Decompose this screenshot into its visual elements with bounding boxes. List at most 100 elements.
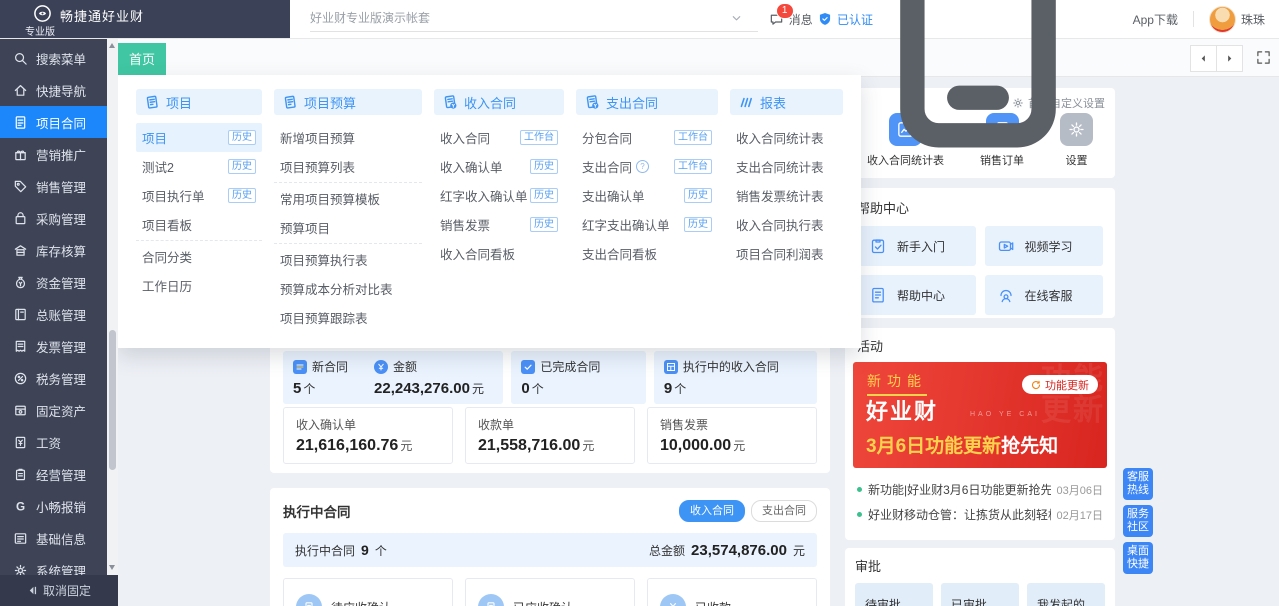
scroll-up-icon[interactable]: [109, 43, 115, 48]
menu-item[interactable]: 项目预算执行表: [274, 245, 422, 274]
sidebar-item[interactable]: 经营管理: [0, 458, 107, 490]
scrollbar-thumb[interactable]: [109, 330, 116, 470]
floating-tab[interactable]: 客服热线: [1123, 468, 1153, 500]
menu-item[interactable]: 销售发票统计表: [730, 181, 843, 210]
sidebar-item[interactable]: 总账管理: [0, 298, 107, 330]
document-total-card[interactable]: 收入确认单 21,616,160.76 元: [283, 407, 453, 464]
help-button[interactable]: 帮助中心: [857, 275, 976, 315]
unpin-sidebar-button[interactable]: 取消固定: [0, 575, 118, 606]
menu-item[interactable]: 支出合同看板: [576, 239, 718, 268]
receivable-card[interactable]: 待应收确认: [283, 578, 453, 606]
menu-item[interactable]: 项目 历史: [136, 123, 262, 152]
menu-item-badge[interactable]: 工作台: [674, 130, 712, 145]
receivable-card[interactable]: 已收款: [647, 578, 817, 606]
document-total-card[interactable]: 销售发票 10,000.00 元: [647, 407, 817, 464]
menu-item-badge[interactable]: 历史: [684, 217, 712, 232]
sidebar-item[interactable]: 固定资产: [0, 394, 107, 426]
floating-tab[interactable]: 服务社区: [1123, 505, 1153, 537]
sidebar-item[interactable]: 资金管理: [0, 266, 107, 298]
sidebar-item[interactable]: 库存核算: [0, 234, 107, 266]
help-icon[interactable]: ?: [636, 160, 650, 173]
menu-item-badge[interactable]: 历史: [228, 130, 256, 145]
sidebar-item[interactable]: 销售管理: [0, 170, 107, 202]
menu-item-badge[interactable]: 历史: [228, 188, 256, 203]
sidebar-item[interactable]: 工资: [0, 426, 107, 458]
menu-item[interactable]: 测试2 历史: [136, 152, 262, 181]
menu-item[interactable]: 支出合同统计表: [730, 152, 843, 181]
menu-item-badge[interactable]: 历史: [228, 159, 256, 174]
menu-item-badge[interactable]: 工作台: [674, 159, 712, 174]
news-item[interactable]: 好业财移动仓管：让拣货从此刻轻松 02月17日: [853, 502, 1107, 527]
menu-item[interactable]: 支出合同 ? 工作台: [576, 152, 718, 181]
messages-button[interactable]: 1 消息: [769, 2, 813, 28]
arrow-left-icon: [1199, 54, 1208, 63]
menu-column-header[interactable]: 项目: [136, 89, 262, 115]
menu-item[interactable]: 红字收入确认单 历史: [434, 181, 564, 210]
sidebar-item[interactable]: 快捷导航: [0, 74, 107, 106]
menu-item[interactable]: 新增项目预算: [274, 123, 422, 152]
tab-scroll-left-button[interactable]: [1190, 45, 1217, 72]
menu-item[interactable]: 红字支出确认单 历史: [576, 210, 718, 239]
menu-item[interactable]: 销售发票 历史: [434, 210, 564, 239]
menu-item[interactable]: 预算项目: [274, 213, 422, 242]
menu-column-header[interactable]: 支出合同: [576, 89, 718, 115]
menu-item[interactable]: 工作日历: [136, 271, 262, 300]
executing-total: 总金额 23,574,876.00 元: [649, 541, 805, 559]
menu-item-badge[interactable]: 历史: [530, 159, 558, 174]
document-total-card[interactable]: 收款单 21,558,716.00 元: [465, 407, 635, 464]
sidebar-item[interactable]: 项目合同: [0, 106, 107, 138]
sidebar-item[interactable]: 税务管理: [0, 362, 107, 394]
menu-item[interactable]: 预算成本分析对比表: [274, 274, 422, 303]
receivable-card[interactable]: 已应收确认: [465, 578, 635, 606]
approval-box[interactable]: 我发起的: [1027, 583, 1105, 606]
sidebar-item[interactable]: 基础信息: [0, 522, 107, 554]
floating-tab[interactable]: 桌面快捷: [1123, 542, 1153, 574]
receivable-card-label: 已收款: [695, 599, 731, 606]
menu-item[interactable]: 收入确认单 历史: [434, 152, 564, 181]
news-item[interactable]: 新功能|好业财3月6日功能更新抢先知 03月06日: [853, 477, 1107, 502]
sidebar-scrollbar[interactable]: [107, 38, 118, 575]
menu-item[interactable]: 项目执行单 历史: [136, 181, 262, 210]
menu-column-header[interactable]: 报表: [730, 89, 843, 115]
menu-item[interactable]: 合同分类: [136, 242, 262, 271]
user-menu[interactable]: 珠珠: [1208, 5, 1265, 33]
sidebar-item[interactable]: G 小畅报销: [0, 490, 107, 522]
approval-box[interactable]: 待审批: [855, 583, 933, 606]
approval-box[interactable]: 已审批: [941, 583, 1019, 606]
menu-item[interactable]: 项目看板: [136, 210, 262, 239]
contract-type-pill[interactable]: 收入合同: [679, 500, 745, 522]
menu-item-badge[interactable]: 历史: [530, 217, 558, 232]
sidebar-item[interactable]: 搜索菜单: [0, 42, 107, 74]
menu-item[interactable]: 收入合同执行表: [730, 210, 843, 239]
menu-item[interactable]: 收入合同看板: [434, 239, 564, 268]
app-download-button[interactable]: App下载: [828, 0, 1178, 169]
sidebar-item[interactable]: 发票管理: [0, 330, 107, 362]
sidebar-item[interactable]: 营销推广: [0, 138, 107, 170]
menu-item[interactable]: 项目合同利润表: [730, 239, 843, 268]
help-button[interactable]: 新手入门: [857, 226, 976, 266]
sidebar-item[interactable]: 系统管理: [0, 554, 107, 575]
menu-item-badge[interactable]: 历史: [530, 188, 558, 203]
tab-scroll-right-button[interactable]: [1216, 45, 1243, 72]
help-button[interactable]: 在线客服: [984, 275, 1103, 315]
help-button[interactable]: 视频学习: [984, 226, 1103, 266]
sidebar-item[interactable]: 采购管理: [0, 202, 107, 234]
menu-column-header[interactable]: 项目预算: [274, 89, 422, 115]
scroll-down-icon[interactable]: [109, 565, 115, 570]
contract-type-pill[interactable]: 支出合同: [751, 500, 817, 522]
tab-home[interactable]: 首页: [118, 43, 166, 76]
feature-update-button[interactable]: 功能更新: [1022, 375, 1098, 394]
menu-item[interactable]: 收入合同 工作台: [434, 123, 564, 152]
menu-item-badge[interactable]: 历史: [684, 188, 712, 203]
menu-item[interactable]: 支出确认单 历史: [576, 181, 718, 210]
menu-item[interactable]: 收入合同统计表: [730, 123, 843, 152]
promo-banner[interactable]: 功能更新 新功能 功能更新 好业财 HAO YE CAI 3月6日功能更新抢先知: [853, 362, 1107, 468]
menu-item[interactable]: 项目预算列表: [274, 152, 422, 181]
menu-item[interactable]: 常用项目预算模板: [274, 184, 422, 213]
fullscreen-button[interactable]: [1256, 50, 1271, 65]
menu-item[interactable]: 分包合同 工作台: [576, 123, 718, 152]
menu-column-header[interactable]: 收入合同: [434, 89, 564, 115]
menu-item[interactable]: 项目预算跟踪表: [274, 303, 422, 332]
menu-item-badge[interactable]: 工作台: [520, 130, 558, 145]
account-selector[interactable]: 好业财专业版演示帐套: [310, 5, 758, 32]
